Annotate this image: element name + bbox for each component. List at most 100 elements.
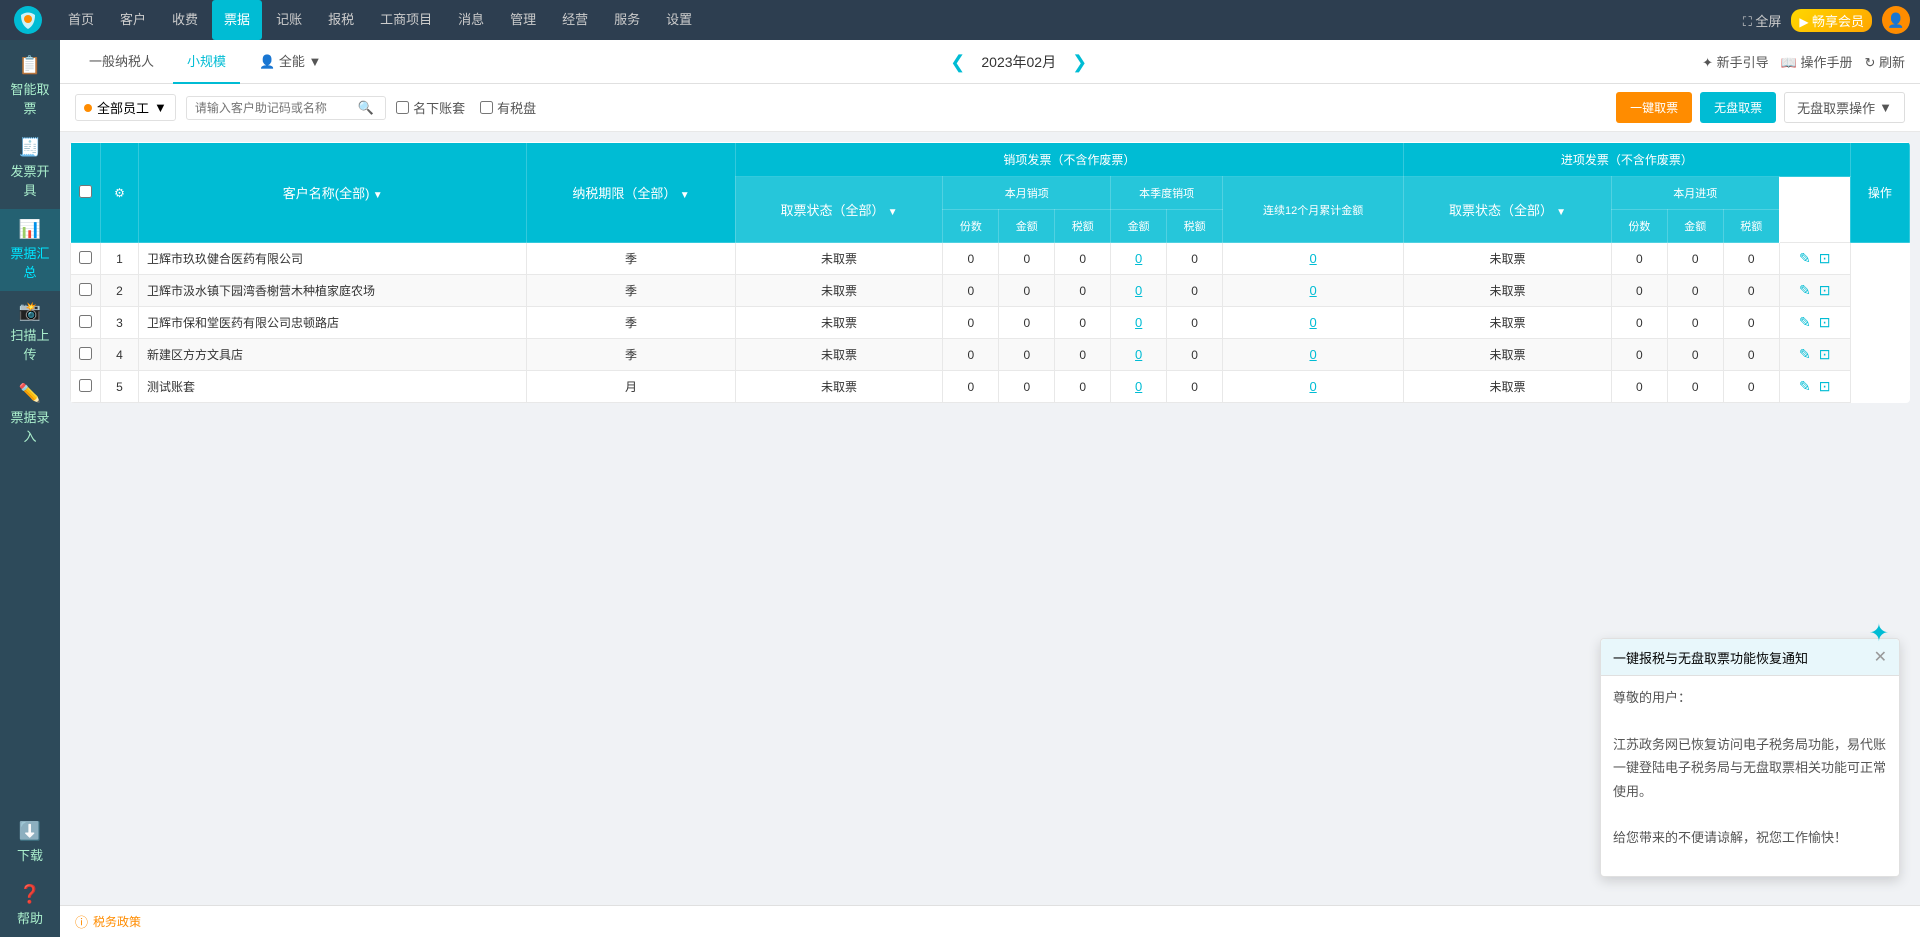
nav-item-client[interactable]: 客户 — [108, 0, 158, 40]
edit-icon[interactable]: ✎ — [1799, 378, 1811, 395]
row-num: 1 — [101, 243, 139, 275]
sidebar-item-help[interactable]: ❓ 帮助 — [0, 874, 60, 937]
fullscreen-btn[interactable]: ⛶ 全屏 — [1743, 11, 1782, 30]
edit-icon[interactable]: ✎ — [1799, 282, 1811, 299]
no-disk-ops-btn[interactable]: 无盘取票操作 ▼ — [1784, 92, 1905, 123]
checkbox-has-tax-disk-input[interactable] — [480, 101, 493, 114]
search-button[interactable]: 🔍 — [355, 100, 377, 116]
row-sales-status: 未取票 — [735, 275, 943, 307]
no-disk-ticket-btn[interactable]: 无盘取票 — [1700, 92, 1776, 123]
checkbox-own-account-label: 名下账套 — [413, 98, 465, 117]
th-sales-month-amount: 金额 — [999, 210, 1055, 243]
sidebar-item-download[interactable]: ⬇️ 下载 — [0, 811, 60, 874]
row-purchase-status: 未取票 — [1404, 243, 1612, 275]
row-checkbox[interactable] — [79, 315, 92, 328]
quarter-amount-link[interactable]: 0 — [1135, 283, 1142, 298]
th-settings[interactable]: ⚙ — [101, 143, 139, 243]
one-click-ticket-btn[interactable]: 一键取票 — [1616, 92, 1692, 123]
select-all-checkbox[interactable] — [79, 185, 92, 198]
view-icon[interactable]: ⊡ — [1819, 346, 1831, 363]
period-next-btn[interactable]: ❯ — [1066, 51, 1093, 73]
12month-link[interactable]: 0 — [1309, 251, 1316, 266]
view-icon[interactable]: ⊡ — [1819, 314, 1831, 331]
sidebar-item-ticket-entry[interactable]: ✏️ 票据录入 — [0, 373, 60, 455]
tax-policy-link[interactable]: 税务政策 — [93, 913, 141, 930]
row-checkbox-cell — [71, 243, 101, 275]
nav-item-invoice[interactable]: 票据 — [212, 0, 262, 40]
employee-select[interactable]: 全部员工 ▼ — [75, 94, 176, 121]
search-input[interactable] — [195, 101, 355, 115]
sidebar-item-ticket-summary[interactable]: 📊 票据汇总 — [0, 209, 60, 291]
nav-item-service[interactable]: 服务 — [602, 0, 652, 40]
row-checkbox[interactable] — [79, 251, 92, 264]
row-purchase-month-amount: 0 — [1667, 307, 1723, 339]
row-checkbox[interactable] — [79, 379, 92, 392]
edit-icon[interactable]: ✎ — [1799, 346, 1811, 363]
sidebar-item-smart-ticket[interactable]: 📋 智能取票 — [0, 45, 60, 127]
chevron-down-icon: ▼ — [308, 54, 321, 69]
12month-link[interactable]: 0 — [1309, 347, 1316, 362]
row-purchase-month-tax: 0 — [1723, 243, 1779, 275]
tab-small-scale[interactable]: 小规模 — [173, 40, 240, 84]
nav-item-home[interactable]: 首页 — [56, 0, 106, 40]
tab-general-taxpayer[interactable]: 一般纳税人 — [75, 40, 168, 84]
checkbox-has-tax-disk[interactable]: 有税盘 — [480, 98, 536, 117]
row-num: 2 — [101, 275, 139, 307]
row-sales-quarter-tax: 0 — [1167, 307, 1223, 339]
logo[interactable] — [10, 2, 46, 38]
row-checkbox[interactable] — [79, 347, 92, 360]
nav-item-settings[interactable]: 设置 — [654, 0, 704, 40]
quarter-amount-link[interactable]: 0 — [1135, 315, 1142, 330]
avatar[interactable]: 👤 — [1882, 6, 1910, 34]
row-period: 季 — [527, 275, 735, 307]
vip-badge[interactable]: ▶ 畅享会员 — [1791, 9, 1872, 32]
quarter-amount-link[interactable]: 0 — [1135, 251, 1142, 266]
12month-link[interactable]: 0 — [1309, 379, 1316, 394]
nav-item-message[interactable]: 消息 — [446, 0, 496, 40]
th-purchase-status-filter[interactable]: ▼ — [1556, 207, 1566, 218]
refresh-btn[interactable]: ↻ 刷新 — [1864, 52, 1905, 71]
row-sales-status: 未取票 — [735, 307, 943, 339]
th-period-filter-icon[interactable]: ▼ — [680, 190, 690, 201]
period-prev-btn[interactable]: ❮ — [944, 51, 971, 73]
view-icon[interactable]: ⊡ — [1819, 378, 1831, 395]
12month-link[interactable]: 0 — [1309, 283, 1316, 298]
checkbox-own-account-input[interactable] — [396, 101, 409, 114]
row-num: 4 — [101, 339, 139, 371]
nav-item-operation[interactable]: 经营 — [550, 0, 600, 40]
nav-item-fee[interactable]: 收费 — [160, 0, 210, 40]
row-period: 季 — [527, 243, 735, 275]
nav-item-business[interactable]: 工商项目 — [368, 0, 444, 40]
row-sales-quarter-tax: 0 — [1167, 275, 1223, 307]
nav-item-tax[interactable]: 报税 — [316, 0, 366, 40]
sidebar-item-scan-upload[interactable]: 📸 扫描上传 — [0, 291, 60, 373]
edit-icon[interactable]: ✎ — [1799, 314, 1811, 331]
tab-all[interactable]: 👤 全能 ▼ — [245, 40, 335, 84]
nav-item-manage[interactable]: 管理 — [498, 0, 548, 40]
edit-icon[interactable]: ✎ — [1799, 250, 1811, 267]
quarter-amount-link[interactable]: 0 — [1135, 347, 1142, 362]
manual-btn[interactable]: 📖 操作手册 — [1781, 52, 1853, 71]
nav-item-accounting[interactable]: 记账 — [264, 0, 314, 40]
th-period: 纳税期限（全部） ▼ — [527, 143, 735, 243]
th-purchase-status: 取票状态（全部） ▼ — [1404, 177, 1612, 243]
view-icon[interactable]: ⊡ — [1819, 250, 1831, 267]
notification-decoration: ✦ — [1869, 619, 1889, 648]
sidebar-item-invoice-issue[interactable]: 🧾 发票开具 — [0, 127, 60, 209]
th-sales-status-filter[interactable]: ▼ — [888, 207, 898, 218]
checkbox-own-account[interactable]: 名下账套 — [396, 98, 465, 117]
12month-link[interactable]: 0 — [1309, 315, 1316, 330]
row-sales-quarter-tax: 0 — [1167, 371, 1223, 403]
sidebar: 📋 智能取票 🧾 发票开具 📊 票据汇总 📸 扫描上传 ✏️ 票据录入 ⬇️ 下… — [0, 40, 60, 937]
new-guide-btn[interactable]: ✦ 新手引导 — [1702, 52, 1769, 71]
sidebar-label-ticket-summary: 票据汇总 — [5, 243, 55, 281]
notification-close-btn[interactable]: ✕ — [1874, 647, 1887, 667]
quarter-amount-link[interactable]: 0 — [1135, 379, 1142, 394]
view-icon[interactable]: ⊡ — [1819, 282, 1831, 299]
row-checkbox-cell — [71, 339, 101, 371]
person-icon: 👤 — [259, 54, 275, 69]
row-purchase-status: 未取票 — [1404, 275, 1612, 307]
th-client-filter-icon[interactable]: ▼ — [373, 190, 383, 201]
table-row: 3 卫辉市保和堂医药有限公司忠顿路店 季 未取票 0 0 0 0 0 0 未取票… — [71, 307, 1910, 339]
row-checkbox[interactable] — [79, 283, 92, 296]
